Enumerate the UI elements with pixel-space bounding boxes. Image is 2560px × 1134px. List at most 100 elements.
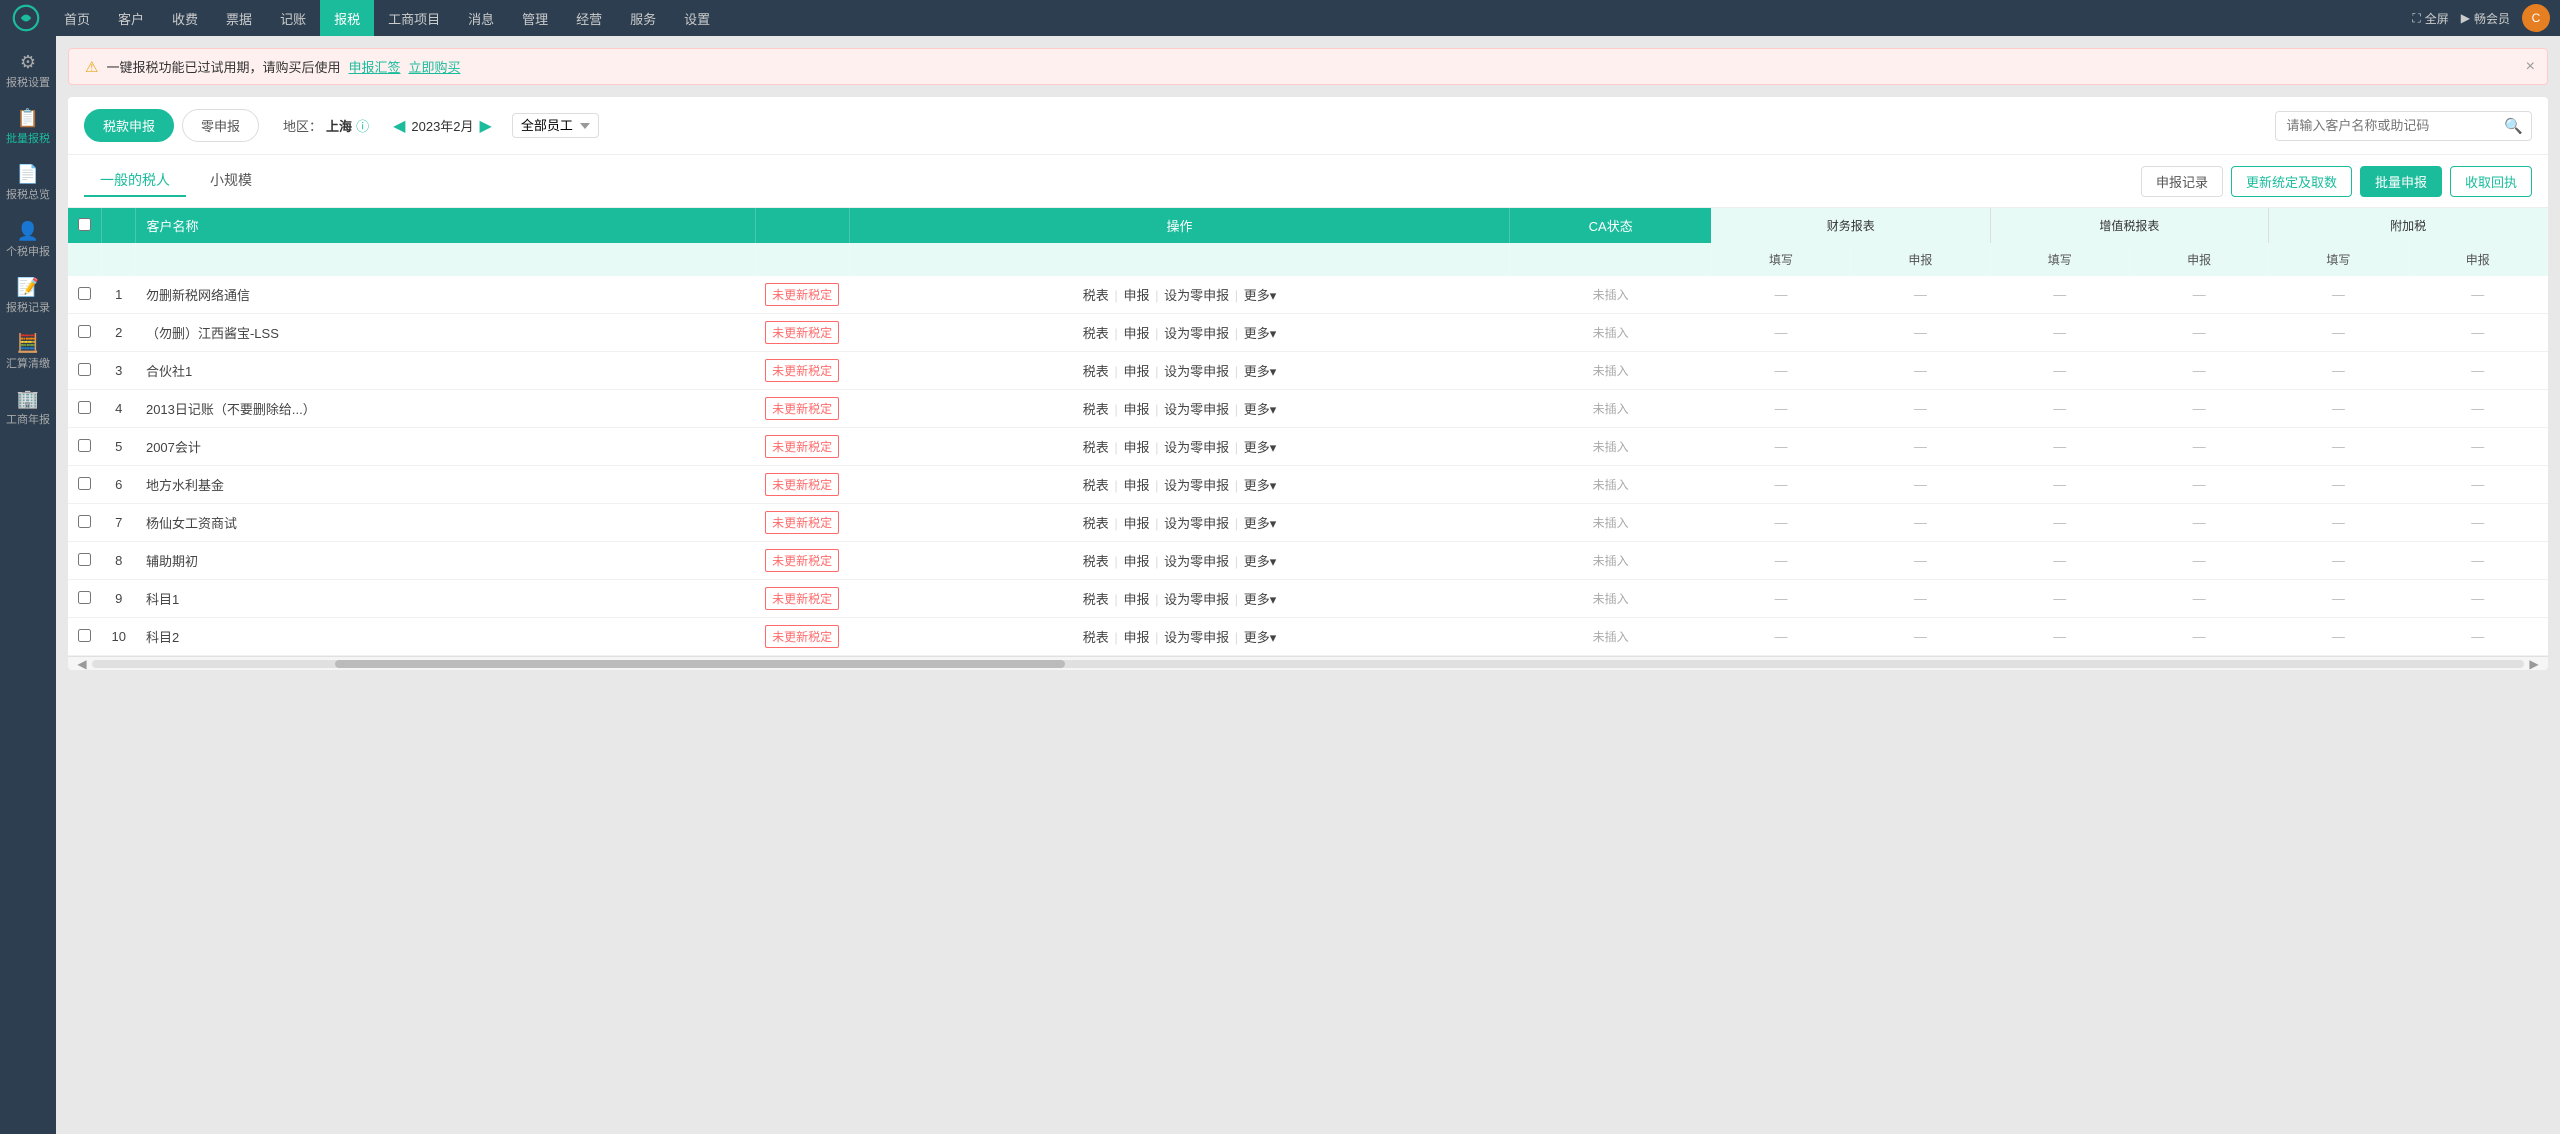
op-report-9[interactable]: 申报 [1123, 630, 1149, 645]
op-report-6[interactable]: 申报 [1123, 516, 1149, 531]
info-icon[interactable]: ⓘ [356, 116, 369, 135]
sidebar-item-tax-records[interactable]: 📝 报税记录 [2, 269, 54, 323]
collect-btn[interactable]: 收取回执 [2450, 166, 2532, 197]
sidebar-item-personal-tax[interactable]: 👤 个税申报 [2, 213, 54, 267]
horizontal-scrollbar[interactable]: ◀ ▶ [68, 656, 2548, 670]
check-all[interactable] [78, 218, 91, 231]
op-report-5[interactable]: 申报 [1123, 478, 1149, 493]
op-zero-2[interactable]: 设为零申报 [1164, 364, 1229, 379]
sidebar-item-batch-tax[interactable]: 📋 批量报税 [2, 100, 54, 154]
op-tax-table-1[interactable]: 税表 [1083, 326, 1109, 341]
nav-tax[interactable]: 报税 [320, 0, 374, 36]
op-tax-table-6[interactable]: 税表 [1083, 516, 1109, 531]
op-tax-table-3[interactable]: 税表 [1083, 402, 1109, 417]
row-check-7[interactable] [78, 553, 91, 566]
record-btn[interactable]: 申报记录 [2141, 166, 2223, 197]
row-check-2[interactable] [78, 363, 91, 376]
sidebar-item-tax-settings[interactable]: ⚙ 报税设置 [2, 44, 54, 98]
scroll-left-btn[interactable]: ◀ [72, 657, 92, 671]
row-check-6[interactable] [78, 515, 91, 528]
row-check-5[interactable] [78, 477, 91, 490]
op-tax-table-2[interactable]: 税表 [1083, 364, 1109, 379]
op-zero-0[interactable]: 设为零申报 [1164, 288, 1229, 303]
nav-message[interactable]: 消息 [454, 0, 508, 36]
row-check-1[interactable] [78, 325, 91, 338]
scroll-right-btn[interactable]: ▶ [2524, 657, 2544, 671]
search-button[interactable]: 🔍 [2496, 112, 2531, 140]
op-zero-7[interactable]: 设为零申报 [1164, 554, 1229, 569]
nav-invoice[interactable]: 票据 [212, 0, 266, 36]
nav-service[interactable]: 服务 [616, 0, 670, 36]
search-input[interactable] [2276, 113, 2496, 138]
row-fill3-9: — [2269, 618, 2408, 656]
nav-fee[interactable]: 收费 [158, 0, 212, 36]
type-tab-general[interactable]: 一般的税人 [84, 165, 186, 197]
op-tax-table-4[interactable]: 税表 [1083, 440, 1109, 455]
op-more-4[interactable]: 更多▾ [1244, 440, 1277, 455]
op-more-6[interactable]: 更多▾ [1244, 516, 1277, 531]
update-btn[interactable]: 更新统定及取数 [2231, 166, 2352, 197]
tab-lingbao[interactable]: 零申报 [182, 109, 259, 142]
nav-bookkeeping[interactable]: 记账 [266, 0, 320, 36]
nav-operation[interactable]: 经营 [562, 0, 616, 36]
op-more-1[interactable]: 更多▾ [1244, 326, 1277, 341]
th-sub-check [68, 243, 102, 276]
op-report-8[interactable]: 申报 [1123, 592, 1149, 607]
nav-home[interactable]: 首页 [50, 0, 104, 36]
op-report-4[interactable]: 申报 [1123, 440, 1149, 455]
row-check-4[interactable] [78, 439, 91, 452]
scrollbar-thumb[interactable] [335, 660, 1065, 668]
row-num-2: 3 [102, 352, 136, 390]
op-tax-table-7[interactable]: 税表 [1083, 554, 1109, 569]
fullscreen-btn[interactable]: ⛶ 全屏 [2412, 10, 2448, 27]
op-more-8[interactable]: 更多▾ [1244, 592, 1277, 607]
op-tax-table-8[interactable]: 税表 [1083, 592, 1109, 607]
type-tab-small[interactable]: 小规模 [194, 165, 268, 197]
op-zero-5[interactable]: 设为零申报 [1164, 478, 1229, 493]
op-more-3[interactable]: 更多▾ [1244, 402, 1277, 417]
op-report-3[interactable]: 申报 [1123, 402, 1149, 417]
op-more-2[interactable]: 更多▾ [1244, 364, 1277, 379]
date-prev-btn[interactable]: ◀ [393, 116, 405, 136]
sidebar-item-tax-overview[interactable]: 📄 报税总览 [2, 156, 54, 210]
banner-link2[interactable]: 立即购买 [408, 57, 460, 76]
op-more-5[interactable]: 更多▾ [1244, 478, 1277, 493]
op-tax-table-5[interactable]: 税表 [1083, 478, 1109, 493]
op-zero-3[interactable]: 设为零申报 [1164, 402, 1229, 417]
nav-settings[interactable]: 设置 [670, 0, 724, 36]
op-zero-9[interactable]: 设为零申报 [1164, 630, 1229, 645]
op-zero-4[interactable]: 设为零申报 [1164, 440, 1229, 455]
row-check-0[interactable] [78, 287, 91, 300]
banner-close-icon[interactable]: × [2526, 58, 2535, 76]
op-report-0[interactable]: 申报 [1123, 288, 1149, 303]
staff-select[interactable]: 全部员工 [512, 113, 599, 138]
op-zero-1[interactable]: 设为零申报 [1164, 326, 1229, 341]
sidebar-item-annual-report[interactable]: 🏢 工商年报 [2, 381, 54, 435]
avatar[interactable]: C [2522, 4, 2550, 32]
op-zero-8[interactable]: 设为零申报 [1164, 592, 1229, 607]
nav-customer[interactable]: 客户 [104, 0, 158, 36]
op-tax-table-0[interactable]: 税表 [1083, 288, 1109, 303]
th-status [755, 208, 849, 243]
row-fill1-7: — [1711, 542, 1850, 580]
op-report-1[interactable]: 申报 [1123, 326, 1149, 341]
sidebar-item-annual-settle[interactable]: 🧮 汇算清缴 [2, 325, 54, 379]
nav-management[interactable]: 管理 [508, 0, 562, 36]
batch-report-btn[interactable]: 批量申报 [2360, 166, 2442, 197]
row-check-3[interactable] [78, 401, 91, 414]
banner-link1[interactable]: 申报汇签 [348, 57, 400, 76]
op-zero-6[interactable]: 设为零申报 [1164, 516, 1229, 531]
scrollbar-track[interactable] [92, 660, 2524, 668]
date-next-btn[interactable]: ▶ [480, 116, 492, 136]
op-more-7[interactable]: 更多▾ [1244, 554, 1277, 569]
row-check-8[interactable] [78, 591, 91, 604]
op-report-7[interactable]: 申报 [1123, 554, 1149, 569]
op-report-2[interactable]: 申报 [1123, 364, 1149, 379]
member-btn[interactable]: ▶ 畅会员 [2461, 10, 2510, 27]
row-check-9[interactable] [78, 629, 91, 642]
op-more-0[interactable]: 更多▾ [1244, 288, 1277, 303]
op-more-9[interactable]: 更多▾ [1244, 630, 1277, 645]
op-tax-table-9[interactable]: 税表 [1083, 630, 1109, 645]
tab-shenling[interactable]: 税款申报 [84, 109, 174, 142]
nav-business[interactable]: 工商项目 [374, 0, 454, 36]
